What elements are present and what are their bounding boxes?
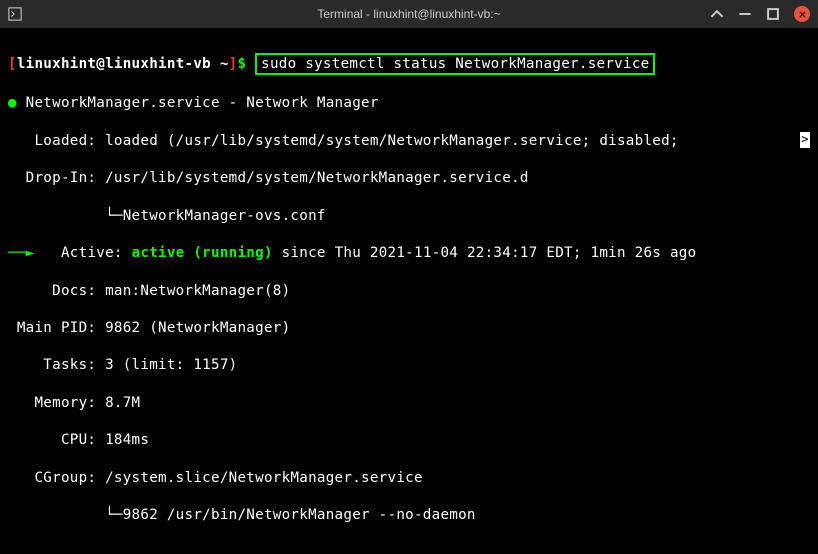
dropin-line-2: └─NetworkManager-ovs.conf <box>8 207 810 226</box>
active-line: ──► Active: active (running) since Thu 2… <box>8 244 810 263</box>
tasks-line: Tasks: 3 (limit: 1157) <box>8 356 810 375</box>
window-controls <box>710 6 810 22</box>
command-highlight-box: sudo systemctl status NetworkManager.ser… <box>255 53 655 76</box>
dropin-line-1: Drop-In: /usr/lib/systemd/system/Network… <box>8 169 810 188</box>
mainpid-line: Main PID: 9862 (NetworkManager) <box>8 319 810 338</box>
memory-line: Memory: 8.7M <box>8 394 810 413</box>
docs-line: Docs: man:NetworkManager(8) <box>8 282 810 301</box>
active-status-value: active (running) <box>132 245 273 261</box>
terminal-app-icon <box>8 7 22 21</box>
minimize-icon[interactable] <box>738 7 752 21</box>
caret-up-icon[interactable] <box>710 7 724 21</box>
close-button[interactable] <box>794 6 810 22</box>
titlebar-left <box>8 7 22 21</box>
prompt-cwd: ~ <box>211 56 229 72</box>
titlebar: Terminal - linuxhint@linuxhint-vb:~ <box>0 0 818 28</box>
arrow-annotation-icon: ──► <box>8 245 34 261</box>
active-since: since Thu 2021-11-04 22:34:17 EDT; 1min … <box>273 245 697 261</box>
line-overflow-icon: > <box>800 132 810 148</box>
command-text: sudo systemctl status NetworkManager.ser… <box>261 56 649 72</box>
prompt-line: [linuxhint@linuxhint-vb ~]$ sudo systemc… <box>8 53 810 76</box>
blank-line <box>8 544 810 554</box>
loaded-line: Loaded: loaded (/usr/lib/systemd/system/… <box>8 132 688 151</box>
cgroup-line-2: └─9862 /usr/bin/NetworkManager --no-daem… <box>8 506 810 525</box>
cgroup-line-1: CGroup: /system.slice/NetworkManager.ser… <box>8 469 810 488</box>
unit-name: NetworkManager.service - Network Manager <box>26 95 379 111</box>
unit-header: ● NetworkManager.service - Network Manag… <box>8 94 810 113</box>
prompt-dollar: $ <box>237 56 246 72</box>
status-dot-icon: ● <box>8 95 17 111</box>
prompt-user-host: linuxhint@linuxhint-vb <box>17 56 211 72</box>
cpu-line: CPU: 184ms <box>8 431 810 450</box>
window-title: Terminal - linuxhint@linuxhint-vb:~ <box>317 7 500 21</box>
prompt-open-bracket: [ <box>8 56 17 72</box>
terminal-area[interactable]: [linuxhint@linuxhint-vb ~]$ sudo systemc… <box>0 28 818 554</box>
maximize-icon[interactable] <box>766 7 780 21</box>
active-label: Active: <box>34 245 131 261</box>
